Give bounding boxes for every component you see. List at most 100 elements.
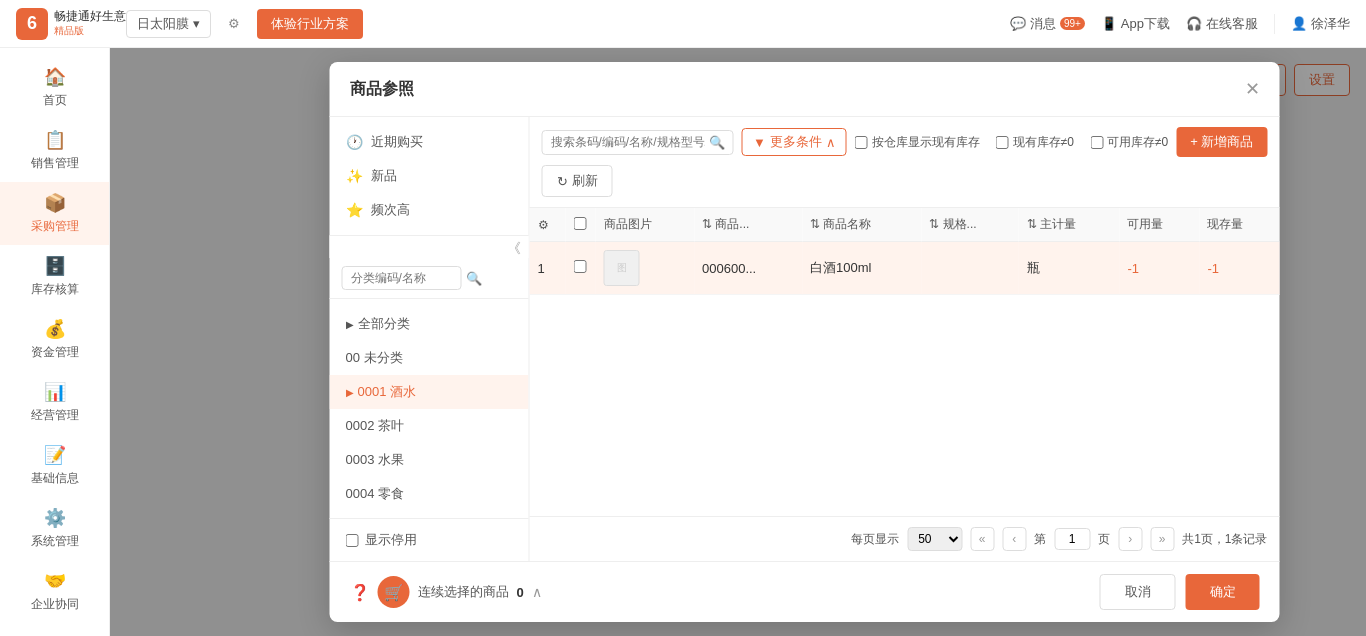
filter-icon: ▼ xyxy=(753,135,766,150)
finance-icon: 💰 xyxy=(44,318,66,340)
nonzero-stock-input[interactable] xyxy=(996,136,1009,149)
store-name: 日太阳膜 xyxy=(137,15,189,33)
sidebar-item-enterprise[interactable]: 🤝 企业协同 xyxy=(0,560,109,623)
sidebar-item-operations[interactable]: 📊 经营管理 xyxy=(0,371,109,434)
category-snack[interactable]: 0004 零食 xyxy=(330,477,529,511)
frequent-item[interactable]: ⭐ 频次高 xyxy=(330,193,529,227)
recent-purchase-item[interactable]: 🕐 近期购买 xyxy=(330,125,529,159)
collapse-panel-button[interactable]: 《 xyxy=(330,236,529,258)
row-stock: -1 xyxy=(1199,242,1279,295)
available-nonzero-input[interactable] xyxy=(1090,136,1103,149)
app-name: 畅捷通好生意 xyxy=(54,9,126,25)
nav-divider xyxy=(1274,14,1275,34)
new-product-item[interactable]: ✨ 新品 xyxy=(330,159,529,193)
collapse-icon: ∧ xyxy=(826,135,836,150)
sidebar-item-label: 系统管理 xyxy=(31,533,79,550)
modal-close-button[interactable]: ✕ xyxy=(1245,78,1260,100)
warehouse-stock-input[interactable] xyxy=(855,136,868,149)
settings-icon[interactable]: ⚙ xyxy=(219,9,249,39)
main-layout: 🏠 首页 📋 销售管理 📦 采购管理 🗄️ 库存核算 💰 资金管理 📊 经营管理… xyxy=(0,48,1366,636)
search-icon[interactable]: 🔍 xyxy=(709,135,725,150)
nonzero-stock-checkbox[interactable]: 现有库存≠0 xyxy=(996,134,1074,151)
cart-button[interactable]: 🛒 xyxy=(378,576,410,608)
table-scroll[interactable]: ⚙ 商品图片 xyxy=(530,208,1280,295)
app-sub: 精品版 xyxy=(54,24,126,38)
sidebar-item-system[interactable]: ⚙️ 系统管理 xyxy=(0,497,109,560)
sidebar-item-finance[interactable]: 💰 资金管理 xyxy=(0,308,109,371)
operations-icon: 📊 xyxy=(44,381,66,403)
col-spec[interactable]: ⇅ 规格... xyxy=(921,208,1019,242)
sidebar-item-guide[interactable]: 📖 新手引导 xyxy=(0,623,109,636)
category-liquor[interactable]: ▶ 0001 酒水 xyxy=(330,375,529,409)
next-page-button[interactable]: › xyxy=(1118,527,1142,551)
row-image: 图 xyxy=(596,242,695,295)
headset-icon: 🎧 xyxy=(1186,16,1202,31)
category-search-icon[interactable]: 🔍 xyxy=(466,271,482,286)
refresh-label: 刷新 xyxy=(572,172,598,190)
customer-service-button[interactable]: 🎧 在线客服 xyxy=(1186,15,1258,33)
category-fruit[interactable]: 0003 水果 xyxy=(330,443,529,477)
prev-page-button[interactable]: ‹ xyxy=(1002,527,1026,551)
col-code[interactable]: ⇅ 商品... xyxy=(694,208,802,242)
select-all-checkbox[interactable] xyxy=(574,217,587,230)
sidebar-item-label: 资金管理 xyxy=(31,344,79,361)
filter-button[interactable]: ▼ 更多条件 ∧ xyxy=(742,128,847,156)
cancel-button[interactable]: 取消 xyxy=(1100,574,1176,610)
app-label: App下载 xyxy=(1121,15,1170,33)
modal-footer: ❓ 🛒 连续选择的商品 0 ∧ 取消 确定 xyxy=(330,561,1280,622)
row-name: 白酒100ml xyxy=(802,242,921,295)
available-nonzero-checkbox[interactable]: 可用库存≠0 xyxy=(1090,134,1168,151)
help-icon[interactable]: ❓ xyxy=(350,583,370,602)
category-uncategorized[interactable]: 00 未分类 xyxy=(330,341,529,375)
app-download-button[interactable]: 📱 App下载 xyxy=(1101,15,1170,33)
row-unit: 瓶 xyxy=(1019,242,1120,295)
top-nav: 6 畅捷通好生意 精品版 日太阳膜 ▾ ⚙ 体验行业方案 💬 消息 99+ 📱 … xyxy=(0,0,1366,48)
filter-label: 更多条件 xyxy=(770,133,822,151)
user-avatar[interactable]: 👤 徐泽华 xyxy=(1291,15,1350,33)
col-available: 可用量 xyxy=(1119,208,1199,242)
per-page-select[interactable]: 50 100 xyxy=(907,527,962,551)
message-button[interactable]: 💬 消息 99+ xyxy=(1010,15,1085,33)
first-page-button[interactable]: « xyxy=(970,527,994,551)
category-beverage[interactable]: 0005 饮料 xyxy=(330,511,529,518)
sidebar-item-inventory[interactable]: 🗄️ 库存核算 xyxy=(0,245,109,308)
logo-area: 6 畅捷通好生意 精品版 xyxy=(16,8,126,40)
category-tea[interactable]: 0002 茶叶 xyxy=(330,409,529,443)
product-reference-modal: 商品参照 ✕ 🕐 近期购买 ✨ 新品 xyxy=(330,62,1280,622)
refresh-button[interactable]: ↻ 刷新 xyxy=(542,165,613,197)
trial-button[interactable]: 体验行业方案 xyxy=(257,9,363,39)
show-disabled-input[interactable] xyxy=(346,534,359,547)
col-checkbox[interactable] xyxy=(566,208,596,242)
modal-title: 商品参照 xyxy=(350,79,414,100)
confirm-button[interactable]: 确定 xyxy=(1186,574,1260,610)
warehouse-stock-checkbox[interactable]: 按仓库显示现有库存 xyxy=(855,134,980,151)
sidebar-item-basic-info[interactable]: 📝 基础信息 xyxy=(0,434,109,497)
sidebar-item-home[interactable]: 🏠 首页 xyxy=(0,56,109,119)
enterprise-icon: 🤝 xyxy=(44,570,66,592)
collapse-footer-button[interactable]: ∧ xyxy=(532,584,542,600)
col-unit[interactable]: ⇅ 主计量 xyxy=(1019,208,1120,242)
warehouse-stock-label: 按仓库显示现有库存 xyxy=(872,134,980,151)
home-icon: 🏠 xyxy=(44,66,66,88)
col-name[interactable]: ⇅ 商品名称 xyxy=(802,208,921,242)
store-selector[interactable]: 日太阳膜 ▾ xyxy=(126,10,211,38)
row-checkbox[interactable] xyxy=(566,242,596,295)
add-product-button[interactable]: + 新增商品 xyxy=(1176,127,1267,157)
recent-purchase-label: 近期购买 xyxy=(371,133,423,151)
row-select-checkbox[interactable] xyxy=(574,260,587,273)
quick-nav: 🕐 近期购买 ✨ 新品 ⭐ 频次高 xyxy=(330,117,529,236)
category-search-input[interactable] xyxy=(342,266,462,290)
col-settings[interactable]: ⚙ xyxy=(530,208,566,242)
selected-label: 连续选择的商品 xyxy=(418,583,509,601)
nonzero-stock-label: 现有库存≠0 xyxy=(1013,134,1074,151)
sidebar-item-sales[interactable]: 📋 销售管理 xyxy=(0,119,109,182)
pagination: 每页显示 50 100 « ‹ 第 页 › » 共1页，1条记录 xyxy=(530,516,1280,561)
show-disabled-checkbox[interactable]: 显示停用 xyxy=(346,531,417,549)
category-all[interactable]: ▶ 全部分类 xyxy=(330,307,529,341)
page-number-input[interactable] xyxy=(1054,528,1090,550)
sidebar-item-label: 经营管理 xyxy=(31,407,79,424)
table-row[interactable]: 1 图 xyxy=(530,242,1280,295)
last-page-button[interactable]: » xyxy=(1150,527,1174,551)
product-search-input[interactable] xyxy=(551,135,705,149)
sidebar-item-purchase[interactable]: 📦 采购管理 xyxy=(0,182,109,245)
